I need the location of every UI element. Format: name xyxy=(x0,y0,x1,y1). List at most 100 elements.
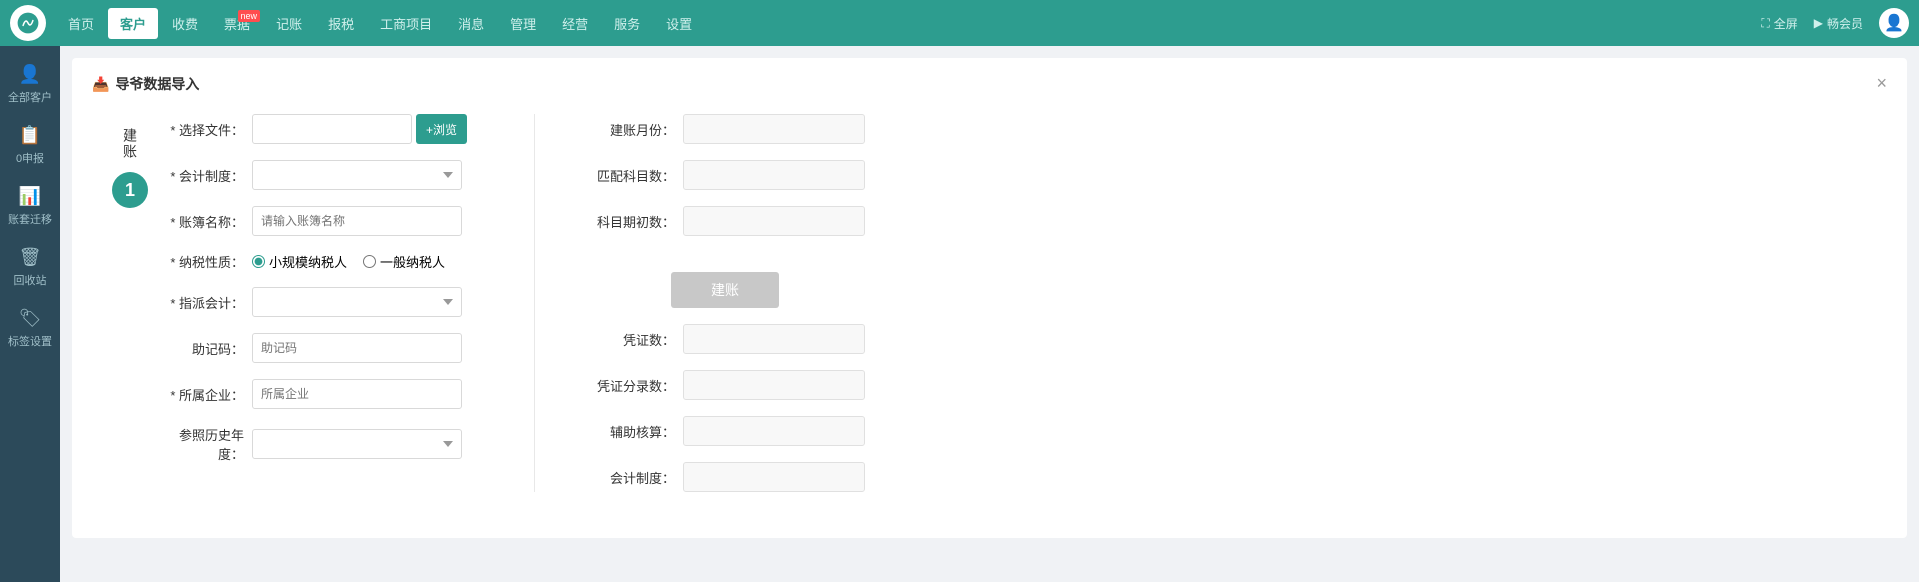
nav-message[interactable]: 消息 xyxy=(446,8,496,39)
tag-settings-icon: 🏷 xyxy=(19,308,42,329)
tax-small-text: 小规模纳税人 xyxy=(269,252,347,271)
nav-invoice[interactable]: 票据 new xyxy=(212,8,262,39)
trash-label: 回收站 xyxy=(14,272,47,288)
accountant-row: * 指派会计： xyxy=(164,287,484,317)
close-button[interactable]: × xyxy=(1876,74,1887,92)
match-subject-row: 匹配科目数： xyxy=(585,160,865,190)
member-icon: ▶ xyxy=(1814,16,1823,30)
subject-initial-value xyxy=(683,206,865,236)
tax-type-label: * 纳税性质： xyxy=(164,252,244,271)
fullscreen-icon: ⛶ xyxy=(1761,16,1769,31)
tax-general-radio[interactable] xyxy=(363,255,376,268)
app-logo xyxy=(10,5,46,41)
sidebar-item-declaration[interactable]: 📋 0申报 xyxy=(0,115,60,176)
main-layout: 👤 全部客户 📋 0申报 📊 账套迁移 🗑 回收站 🏷 标签设置 📥 导爷数据导… xyxy=(0,46,1919,582)
user-avatar[interactable]: 👤 xyxy=(1879,8,1909,38)
sidebar-item-all-clients[interactable]: 👤 全部客户 xyxy=(0,54,60,115)
fullscreen-btn[interactable]: ⛶ 全屏 xyxy=(1761,15,1797,32)
tax-type-row: * 纳税性质： 小规模纳税人 一般纳税人 xyxy=(164,252,484,271)
accounting-system-right-value xyxy=(683,462,865,492)
sidebar-item-migration[interactable]: 📊 账套迁移 xyxy=(0,176,60,237)
avatar-icon: 👤 xyxy=(1884,13,1904,33)
import-panel: 📥 导爷数据导入 × 建账 1 * 选择文件： xyxy=(72,58,1907,538)
sidebar-item-tag-settings[interactable]: 🏷 标签设置 xyxy=(0,298,60,359)
history-year-select[interactable] xyxy=(252,429,462,459)
match-subject-label: 匹配科目数： xyxy=(585,166,675,185)
accounting-system-right-row: 会计制度： xyxy=(585,462,865,492)
nav-manage[interactable]: 管理 xyxy=(498,8,548,39)
voucher-count-label: 凭证数： xyxy=(585,330,675,349)
ledger-name-row: * 账簿名称： xyxy=(164,206,484,236)
browse-button[interactable]: +浏览 xyxy=(416,114,467,144)
declaration-icon: 📋 xyxy=(19,125,41,146)
form-layout: 建账 1 * 选择文件： +浏览 xyxy=(92,114,1887,492)
content-area: 📥 导爷数据导入 × 建账 1 * 选择文件： xyxy=(60,46,1919,582)
accountant-label: * 指派会计： xyxy=(164,293,244,312)
accounting-system-right-label: 会计制度： xyxy=(585,468,675,487)
tax-small-label[interactable]: 小规模纳税人 xyxy=(252,252,347,271)
step-badge: 1 xyxy=(112,172,148,208)
member-btn[interactable]: ▶ 畅会员 xyxy=(1814,15,1863,32)
aux-accounting-value xyxy=(683,416,865,446)
sidebar-item-trash[interactable]: 🗑 回收站 xyxy=(0,237,60,298)
nav-tax[interactable]: 报税 xyxy=(316,8,366,39)
tax-small-radio[interactable] xyxy=(252,255,265,268)
company-row: * 所属企业： xyxy=(164,379,484,409)
panel-title-icon: 📥 xyxy=(92,76,109,93)
accountant-select[interactable] xyxy=(252,287,462,317)
ledger-name-label: * 账簿名称： xyxy=(164,212,244,231)
accounting-system-label: * 会计制度： xyxy=(164,166,244,185)
ledger-name-input[interactable] xyxy=(252,206,462,236)
accounting-system-select[interactable] xyxy=(252,160,462,190)
file-input-group: +浏览 xyxy=(252,114,467,144)
aux-accounting-label: 辅助核算： xyxy=(585,422,675,441)
memo-row: 助记码： xyxy=(164,333,484,363)
nav-ledger[interactable]: 记账 xyxy=(264,8,314,39)
subject-initial-label: 科目期初数： xyxy=(585,212,675,231)
history-year-label: 参照历史年度： xyxy=(164,425,244,463)
voucher-entries-label: 凭证分录数： xyxy=(585,376,675,395)
memo-input[interactable] xyxy=(252,333,462,363)
build-btn-container: 建账 xyxy=(585,272,865,308)
voucher-entries-value xyxy=(683,370,865,400)
voucher-entries-row: 凭证分录数： xyxy=(585,370,865,400)
account-month-row: 建账月份： xyxy=(585,114,865,144)
trash-icon: 🗑 xyxy=(19,247,42,268)
nav-service[interactable]: 服务 xyxy=(602,8,652,39)
nav-home[interactable]: 首页 xyxy=(56,8,106,39)
tag-settings-label: 标签设置 xyxy=(8,333,52,349)
accounting-system-row: * 会计制度： xyxy=(164,160,484,190)
sidebar: 👤 全部客户 📋 0申报 📊 账套迁移 🗑 回收站 🏷 标签设置 xyxy=(0,46,60,582)
tax-type-radio-group: 小规模纳税人 一般纳税人 xyxy=(252,252,445,271)
history-year-row: 参照历史年度： xyxy=(164,425,484,463)
match-subject-value xyxy=(683,160,865,190)
panel-title-text: 导爷数据导入 xyxy=(115,74,199,94)
nav-client[interactable]: 客户 xyxy=(108,8,158,39)
top-nav: 首页 客户 收费 票据 new 记账 报税 工商项目 消息 管理 经营 服务 设… xyxy=(0,0,1919,46)
nav-billing[interactable]: 收费 xyxy=(160,8,210,39)
voucher-count-row: 凭证数： xyxy=(585,324,865,354)
account-month-value xyxy=(683,114,865,144)
file-input[interactable] xyxy=(252,114,412,144)
form-fields: * 选择文件： +浏览 * 会计制度： xyxy=(164,114,484,463)
subject-initial-row: 科目期初数： xyxy=(585,206,865,236)
form-left: 建账 1 * 选择文件： +浏览 xyxy=(112,114,484,492)
build-account-button[interactable]: 建账 xyxy=(671,272,779,308)
company-input[interactable] xyxy=(252,379,462,409)
memo-label: 助记码： xyxy=(164,339,244,358)
tax-general-label[interactable]: 一般纳税人 xyxy=(363,252,445,271)
nav-right: ⛶ 全屏 ▶ 畅会员 👤 xyxy=(1761,8,1909,38)
company-label: * 所属企业： xyxy=(164,385,244,404)
fullscreen-label: 全屏 xyxy=(1774,15,1798,32)
migration-icon: 📊 xyxy=(19,186,41,207)
file-label: * 选择文件： xyxy=(164,120,244,139)
nav-operation[interactable]: 经营 xyxy=(550,8,600,39)
aux-accounting-row: 辅助核算： xyxy=(585,416,865,446)
nav-business[interactable]: 工商项目 xyxy=(368,8,444,39)
nav-settings[interactable]: 设置 xyxy=(654,8,704,39)
panel-title: 📥 导爷数据导入 xyxy=(92,74,1887,94)
all-clients-icon: 👤 xyxy=(19,64,41,85)
account-month-label: 建账月份： xyxy=(585,120,675,139)
member-label: 畅会员 xyxy=(1827,15,1863,32)
invoice-badge: new xyxy=(238,10,261,22)
